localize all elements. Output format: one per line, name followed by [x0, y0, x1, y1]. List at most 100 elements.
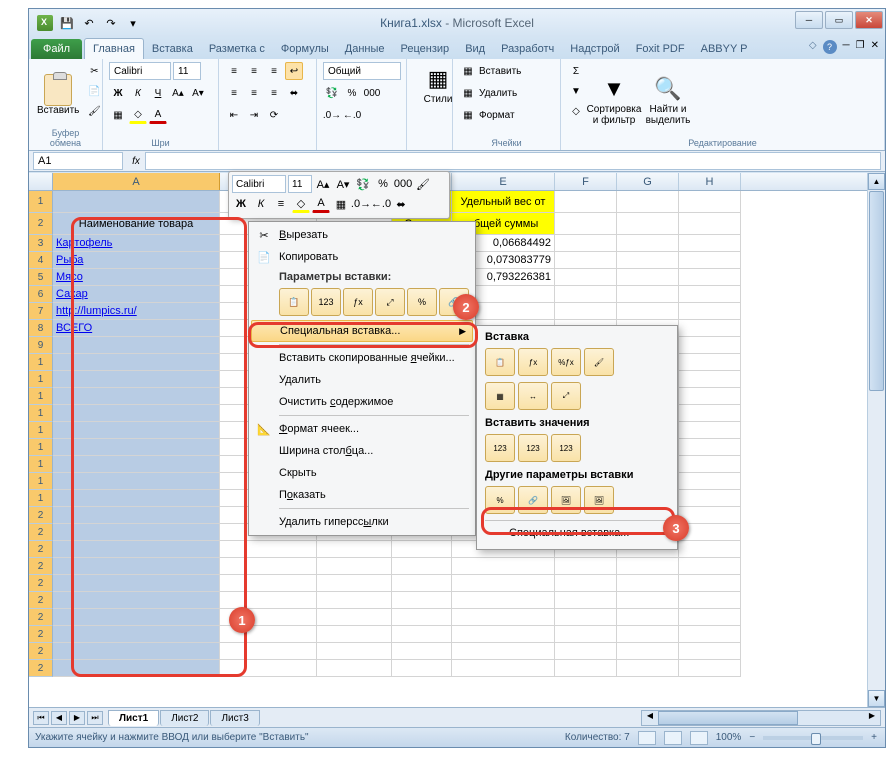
minimize-button[interactable]: ─	[795, 11, 823, 29]
cell[interactable]	[452, 558, 555, 575]
ctx-remove-hyperlinks[interactable]: Удалить гиперссылки	[251, 511, 473, 533]
cell[interactable]	[53, 337, 220, 354]
sub-formatting-icon[interactable]: %	[485, 486, 515, 514]
clear-icon[interactable]: ◇	[567, 102, 585, 120]
ctx-clear[interactable]: Очистить содержимое	[251, 391, 473, 413]
cell-a5[interactable]: Мясо	[53, 269, 220, 286]
ctx-delete[interactable]: Удалить	[251, 369, 473, 391]
percent-icon[interactable]: %	[343, 84, 361, 102]
shrink-font-icon[interactable]: A▾	[189, 84, 207, 102]
cell[interactable]	[617, 235, 679, 252]
cell[interactable]	[555, 643, 617, 660]
format-cells-icon[interactable]: ▦	[459, 106, 477, 124]
row-header[interactable]: 1	[29, 456, 53, 473]
mini-fill-icon[interactable]: ◇	[292, 195, 310, 213]
align-bottom-icon[interactable]: ≡	[265, 62, 283, 80]
cell[interactable]	[317, 626, 392, 643]
select-all-corner[interactable]	[29, 173, 53, 190]
cell[interactable]	[53, 354, 220, 371]
sub-paste-transpose-icon[interactable]: ⤢	[551, 382, 581, 410]
cell[interactable]	[53, 388, 220, 405]
cell[interactable]	[220, 592, 317, 609]
cell-a6[interactable]: Сахар	[53, 286, 220, 303]
cell[interactable]	[317, 609, 392, 626]
hscroll-right-icon[interactable]: ▶	[864, 711, 880, 725]
cell[interactable]	[679, 473, 741, 490]
cell[interactable]	[679, 558, 741, 575]
cell[interactable]	[679, 660, 741, 677]
sub-paste-noborder-icon[interactable]: ▦	[485, 382, 515, 410]
cell[interactable]	[555, 286, 617, 303]
zoom-out-icon[interactable]: −	[749, 732, 755, 743]
row-header[interactable]: 2	[29, 213, 53, 235]
cell[interactable]	[53, 490, 220, 507]
cell[interactable]	[53, 371, 220, 388]
close-button[interactable]: ✕	[855, 11, 883, 29]
sheet-nav-first-icon[interactable]: ⏮	[33, 711, 49, 725]
ctx-show[interactable]: Показать	[251, 484, 473, 506]
cell[interactable]	[392, 626, 452, 643]
cell[interactable]	[317, 660, 392, 677]
cell[interactable]	[679, 575, 741, 592]
sub-values-src-icon[interactable]: 123	[551, 434, 581, 462]
cell[interactable]	[555, 213, 617, 235]
cell[interactable]	[317, 575, 392, 592]
mini-currency-icon[interactable]: 💱	[354, 175, 372, 193]
indent-dec-icon[interactable]: ⇤	[225, 106, 243, 124]
sort-filter-button[interactable]: ▼ Сортировка и фильтр	[589, 62, 639, 138]
fill-icon[interactable]: ▼	[567, 82, 585, 100]
cell[interactable]	[555, 660, 617, 677]
row-header[interactable]: 1	[29, 422, 53, 439]
cell[interactable]	[53, 507, 220, 524]
font-size-combo[interactable]	[173, 62, 201, 80]
row-header[interactable]: 2	[29, 626, 53, 643]
paste-button[interactable]: Вставить	[35, 62, 81, 128]
ctx-cut[interactable]: ✂Вырезать	[251, 224, 473, 246]
app-icon[interactable]	[35, 13, 55, 33]
mini-incdec-icon[interactable]: .0→	[352, 195, 370, 213]
view-layout-icon[interactable]	[664, 731, 682, 745]
cell[interactable]	[452, 660, 555, 677]
view-pagebreak-icon[interactable]	[690, 731, 708, 745]
sub-linked-pic-icon[interactable]: 🖼	[584, 486, 614, 514]
tab-file[interactable]: Файл	[31, 39, 82, 59]
sub-paste-formnum-icon[interactable]: %ƒx	[551, 348, 581, 376]
font-name-combo[interactable]	[109, 62, 171, 80]
ctx-special-paste[interactable]: Специальная вставка...▶	[251, 320, 473, 342]
mini-font-combo[interactable]	[232, 175, 286, 193]
tab-layout[interactable]: Разметка с	[201, 39, 273, 59]
tab-review[interactable]: Рецензир	[393, 39, 458, 59]
sub-paste-all-icon[interactable]: 📋	[485, 348, 515, 376]
row-header[interactable]: 2	[29, 660, 53, 677]
align-middle-icon[interactable]: ≡	[245, 62, 263, 80]
cell[interactable]	[392, 660, 452, 677]
cell-a2[interactable]: Наименование товара	[53, 213, 220, 235]
mini-painter-icon[interactable]: 🖌	[414, 175, 432, 193]
paste-values-icon[interactable]: 123	[311, 288, 341, 316]
mini-bold-icon[interactable]: Ж	[232, 195, 250, 213]
italic-button[interactable]: К	[129, 84, 147, 102]
grow-font-icon[interactable]: A▴	[169, 84, 187, 102]
tab-developer[interactable]: Разработч	[493, 39, 562, 59]
vertical-scrollbar[interactable]: ▲ ▼	[867, 173, 885, 707]
paste-formatting-icon[interactable]: %	[407, 288, 437, 316]
cell[interactable]	[452, 643, 555, 660]
doc-restore-icon[interactable]: ❐	[856, 40, 865, 54]
cell[interactable]	[53, 473, 220, 490]
row-header[interactable]: 2	[29, 541, 53, 558]
cell[interactable]	[679, 388, 741, 405]
cell[interactable]	[392, 609, 452, 626]
cell[interactable]	[617, 191, 679, 213]
cell[interactable]	[220, 643, 317, 660]
cell[interactable]	[679, 490, 741, 507]
row-header[interactable]: 6	[29, 286, 53, 303]
cell[interactable]	[452, 626, 555, 643]
qat-redo-icon[interactable]: ↷	[101, 13, 121, 33]
sheet-nav-next-icon[interactable]: ▶	[69, 711, 85, 725]
cell[interactable]	[617, 575, 679, 592]
cell[interactable]	[679, 303, 741, 320]
cell[interactable]	[220, 575, 317, 592]
sub-link-icon[interactable]: 🔗	[518, 486, 548, 514]
hscroll-left-icon[interactable]: ◀	[642, 711, 658, 725]
col-header-e[interactable]: E	[452, 173, 555, 190]
